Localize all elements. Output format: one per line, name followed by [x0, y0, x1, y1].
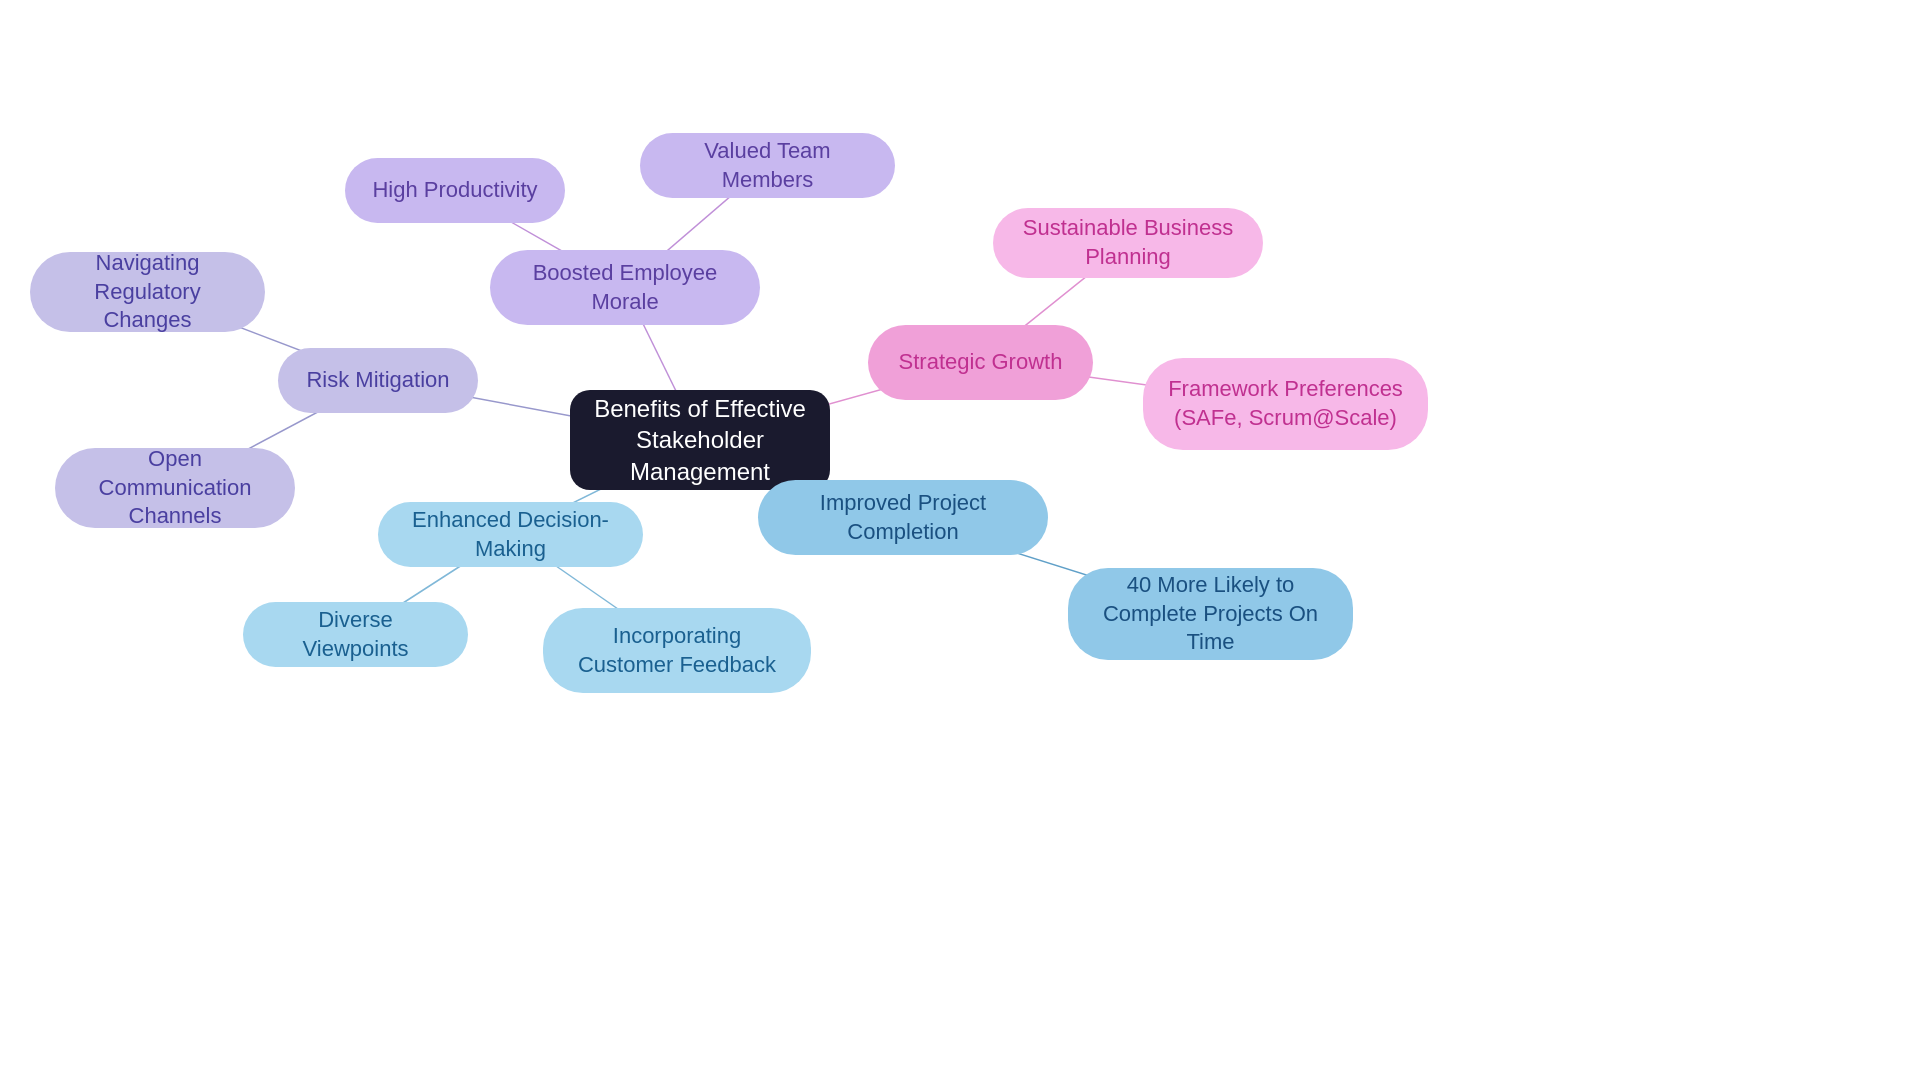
- enhanced-decision-making-label: Enhanced Decision-Making: [398, 506, 623, 563]
- center-node: Benefits of Effective Stakeholder Manage…: [570, 390, 830, 490]
- sustainable-business-node: Sustainable Business Planning: [993, 208, 1263, 278]
- boosted-employee-morale-node: Boosted Employee Morale: [490, 250, 760, 325]
- navigating-regulatory-node: Navigating Regulatory Changes: [30, 252, 265, 332]
- diverse-viewpoints-node: Diverse Viewpoints: [243, 602, 468, 667]
- high-productivity-label: High Productivity: [372, 176, 537, 205]
- high-productivity-node: High Productivity: [345, 158, 565, 223]
- improved-project-completion-label: Improved Project Completion: [778, 489, 1028, 546]
- improved-project-completion-node: Improved Project Completion: [758, 480, 1048, 555]
- enhanced-decision-making-node: Enhanced Decision-Making: [378, 502, 643, 567]
- forty-more-likely-node: 40 More Likely to Complete Projects On T…: [1068, 568, 1353, 660]
- incorporating-customer-feedback-node: Incorporating Customer Feedback: [543, 608, 811, 693]
- strategic-growth-label: Strategic Growth: [899, 348, 1063, 377]
- strategic-growth-node: Strategic Growth: [868, 325, 1093, 400]
- framework-preferences-label: Framework Preferences (SAFe, Scrum@Scale…: [1163, 375, 1408, 432]
- risk-mitigation-label: Risk Mitigation: [306, 366, 449, 395]
- framework-preferences-node: Framework Preferences (SAFe, Scrum@Scale…: [1143, 358, 1428, 450]
- risk-mitigation-node: Risk Mitigation: [278, 348, 478, 413]
- sustainable-business-label: Sustainable Business Planning: [1013, 214, 1243, 271]
- open-communication-node: Open Communication Channels: [55, 448, 295, 528]
- boosted-employee-morale-label: Boosted Employee Morale: [510, 259, 740, 316]
- diverse-viewpoints-label: Diverse Viewpoints: [263, 606, 448, 663]
- forty-more-likely-label: 40 More Likely to Complete Projects On T…: [1088, 571, 1333, 657]
- incorporating-customer-feedback-label: Incorporating Customer Feedback: [563, 622, 791, 679]
- open-communication-label: Open Communication Channels: [75, 445, 275, 531]
- valued-team-members-node: Valued Team Members: [640, 133, 895, 198]
- center-label: Benefits of Effective Stakeholder Manage…: [590, 393, 810, 487]
- valued-team-members-label: Valued Team Members: [660, 137, 875, 194]
- navigating-regulatory-label: Navigating Regulatory Changes: [50, 249, 245, 335]
